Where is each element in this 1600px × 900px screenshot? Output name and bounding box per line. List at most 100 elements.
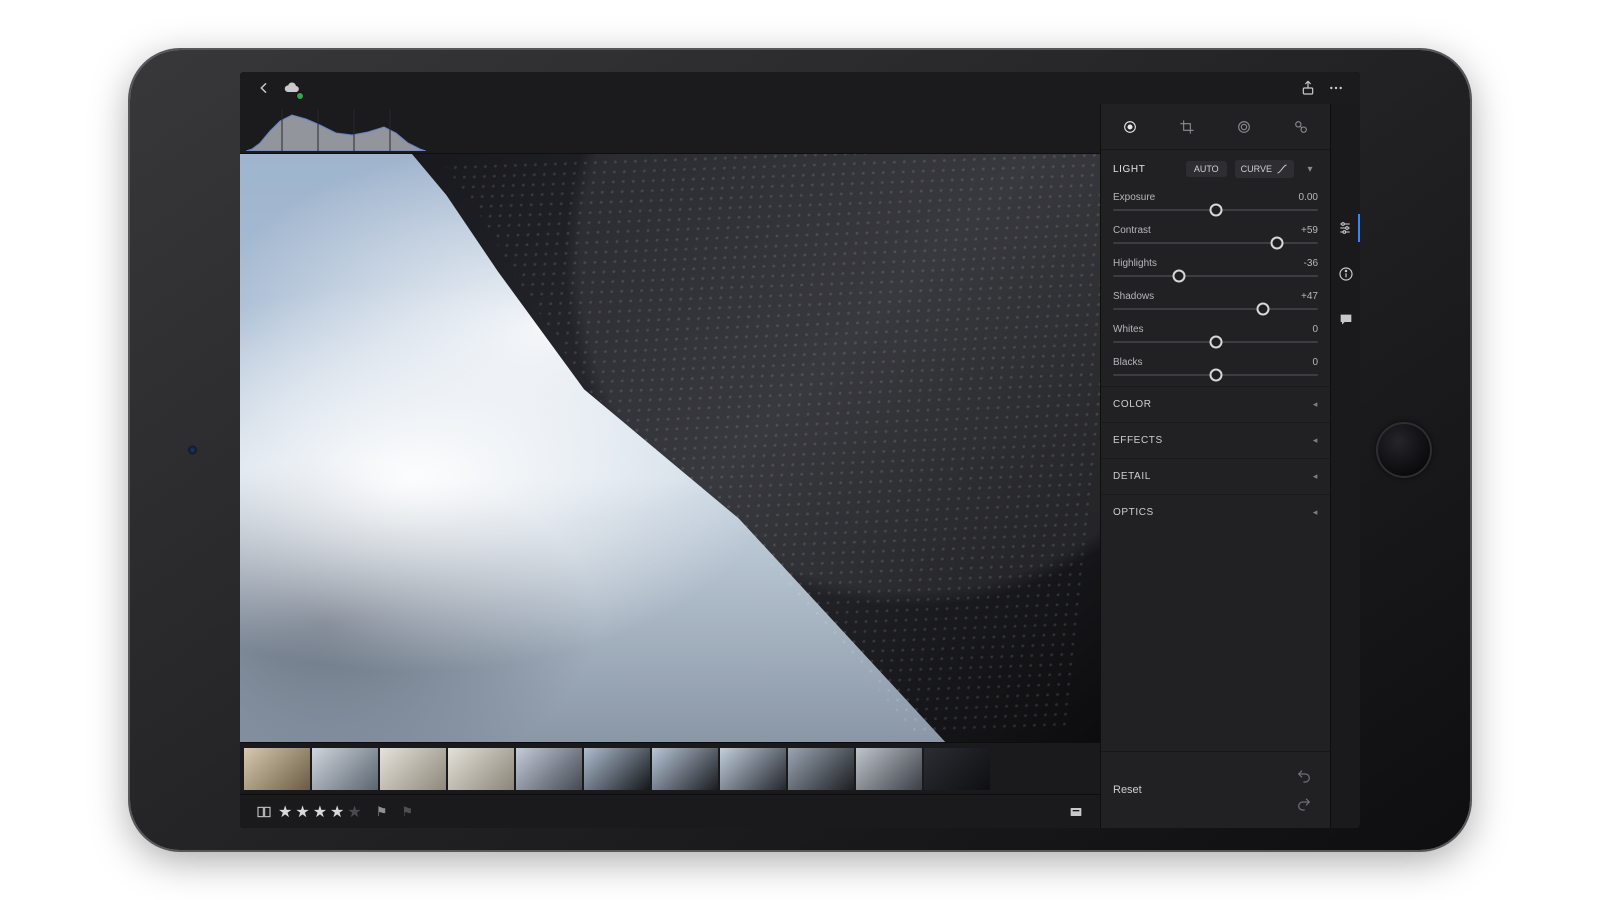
- section-detail[interactable]: DETAIL ◂: [1101, 458, 1330, 494]
- review-mode-button[interactable]: [1062, 798, 1090, 826]
- slider-blacks[interactable]: Blacks 0: [1101, 353, 1330, 386]
- section-title: EFFECTS: [1113, 435, 1163, 446]
- slider-thumb[interactable]: [1209, 369, 1222, 382]
- slider-thumb[interactable]: [1209, 336, 1222, 349]
- slider-track[interactable]: [1113, 275, 1318, 277]
- main-area: ★★★★★ ⚑ ⚑: [240, 104, 1360, 828]
- slider-highlights[interactable]: Highlights -36: [1101, 254, 1330, 287]
- rating-stars[interactable]: ★★★★★: [278, 802, 362, 822]
- curve-button[interactable]: CURVE: [1235, 160, 1294, 178]
- slider-label: Highlights: [1113, 258, 1157, 269]
- slider-thumb[interactable]: [1209, 204, 1222, 217]
- slider-value: 0: [1312, 357, 1318, 368]
- filmstrip-thumb[interactable]: [652, 748, 718, 790]
- slider-whites[interactable]: Whites 0: [1101, 320, 1330, 353]
- rail-comments-icon[interactable]: [1332, 306, 1360, 334]
- more-button[interactable]: [1322, 74, 1350, 102]
- slider-thumb[interactable]: [1271, 237, 1284, 250]
- slider-label: Exposure: [1113, 192, 1155, 203]
- slider-track[interactable]: [1113, 374, 1318, 376]
- slider-contrast[interactable]: Contrast +59: [1101, 221, 1330, 254]
- section-color[interactable]: COLOR ◂: [1101, 386, 1330, 422]
- filmstrip-thumb[interactable]: [380, 748, 446, 790]
- filmstrip-thumb[interactable]: [856, 748, 922, 790]
- back-button[interactable]: [250, 74, 278, 102]
- chevron-left-icon: ◂: [1313, 471, 1318, 482]
- edit-mode-tabs: [1101, 104, 1330, 150]
- star-icon[interactable]: ★: [347, 802, 361, 822]
- share-button[interactable]: [1294, 74, 1322, 102]
- undo-button[interactable]: [1290, 762, 1318, 790]
- rail-adjust-icon[interactable]: [1332, 214, 1360, 242]
- filmstrip-thumb[interactable]: [720, 748, 786, 790]
- auto-button[interactable]: AUTO: [1186, 161, 1227, 177]
- slider-value: -36: [1304, 258, 1318, 269]
- light-section-title: LIGHT: [1113, 164, 1178, 175]
- section-title: OPTICS: [1113, 507, 1154, 518]
- filmstrip-thumb[interactable]: [448, 748, 514, 790]
- section-title: COLOR: [1113, 399, 1152, 410]
- slider-exposure[interactable]: Exposure 0.00: [1101, 188, 1330, 221]
- filmstrip-thumb[interactable]: [516, 748, 582, 790]
- tab-selective-edit[interactable]: [1116, 113, 1144, 141]
- front-camera: [188, 446, 197, 455]
- histogram[interactable]: [246, 109, 426, 151]
- compare-view-button[interactable]: [250, 798, 278, 826]
- right-rail: [1330, 104, 1360, 828]
- cloud-sync-icon[interactable]: [278, 74, 306, 102]
- slider-value: 0.00: [1299, 192, 1318, 203]
- slider-label: Contrast: [1113, 225, 1151, 236]
- edited-photo: [240, 154, 1100, 742]
- section-title: DETAIL: [1113, 471, 1151, 482]
- slider-thumb[interactable]: [1172, 270, 1185, 283]
- slider-thumb[interactable]: [1256, 303, 1269, 316]
- edit-panel: LIGHT AUTO CURVE ▾ Exposure 0.00 Contrast +…: [1100, 104, 1330, 828]
- home-button[interactable]: [1376, 422, 1432, 478]
- filmstrip-thumb[interactable]: [312, 748, 378, 790]
- chevron-left-icon: ◂: [1313, 399, 1318, 410]
- slider-label: Whites: [1113, 324, 1144, 335]
- slider-track[interactable]: [1113, 242, 1318, 244]
- top-bar: [240, 72, 1360, 104]
- section-optics[interactable]: OPTICS◂: [1101, 494, 1330, 530]
- slider-track[interactable]: [1113, 341, 1318, 343]
- star-icon[interactable]: ★: [295, 802, 309, 822]
- rail-info-icon[interactable]: [1332, 260, 1360, 288]
- tablet-device-frame: ★★★★★ ⚑ ⚑: [130, 50, 1470, 850]
- slider-track[interactable]: [1113, 209, 1318, 211]
- slider-track[interactable]: [1113, 308, 1318, 310]
- reset-button[interactable]: Reset: [1113, 784, 1142, 796]
- light-section-header: LIGHT AUTO CURVE ▾: [1101, 150, 1330, 188]
- filmstrip-thumb[interactable]: [584, 748, 650, 790]
- curve-label: CURVE: [1241, 164, 1272, 174]
- chevron-left-icon: ◂: [1313, 435, 1318, 446]
- slider-value: +59: [1301, 225, 1318, 236]
- filmstrip[interactable]: [240, 742, 1100, 794]
- filmstrip-thumb[interactable]: [788, 748, 854, 790]
- slider-value: 0: [1312, 324, 1318, 335]
- star-icon[interactable]: ★: [313, 802, 327, 822]
- tab-crop[interactable]: [1173, 113, 1201, 141]
- collapsed-sections: COLOR ◂ EFFECTS ◂ DETAIL ◂ OPTICS◂: [1101, 386, 1330, 530]
- light-sliders: Exposure 0.00 Contrast +59 Highlights -36 Shad…: [1101, 188, 1330, 386]
- flag-pick-button[interactable]: ⚑: [376, 804, 388, 820]
- flag-reject-button[interactable]: ⚑: [401, 804, 413, 820]
- star-icon[interactable]: ★: [278, 802, 292, 822]
- slider-shadows[interactable]: Shadows +47: [1101, 287, 1330, 320]
- slider-label: Shadows: [1113, 291, 1154, 302]
- filmstrip-thumb[interactable]: [244, 748, 310, 790]
- image-canvas[interactable]: [240, 154, 1100, 742]
- tab-heal[interactable]: [1287, 113, 1315, 141]
- filmstrip-thumb[interactable]: [924, 748, 990, 790]
- histogram-strip: [240, 104, 1100, 154]
- light-collapse-toggle[interactable]: ▾: [1302, 164, 1318, 175]
- tab-presets[interactable]: [1230, 113, 1258, 141]
- left-column: ★★★★★ ⚑ ⚑: [240, 104, 1100, 828]
- redo-button[interactable]: [1290, 790, 1318, 818]
- app-screen: ★★★★★ ⚑ ⚑: [240, 72, 1360, 828]
- slider-label: Blacks: [1113, 357, 1142, 368]
- section-effects[interactable]: EFFECTS ◂: [1101, 422, 1330, 458]
- star-icon[interactable]: ★: [330, 802, 344, 822]
- bottom-bar: ★★★★★ ⚑ ⚑: [240, 794, 1100, 828]
- slider-value: +47: [1301, 291, 1318, 302]
